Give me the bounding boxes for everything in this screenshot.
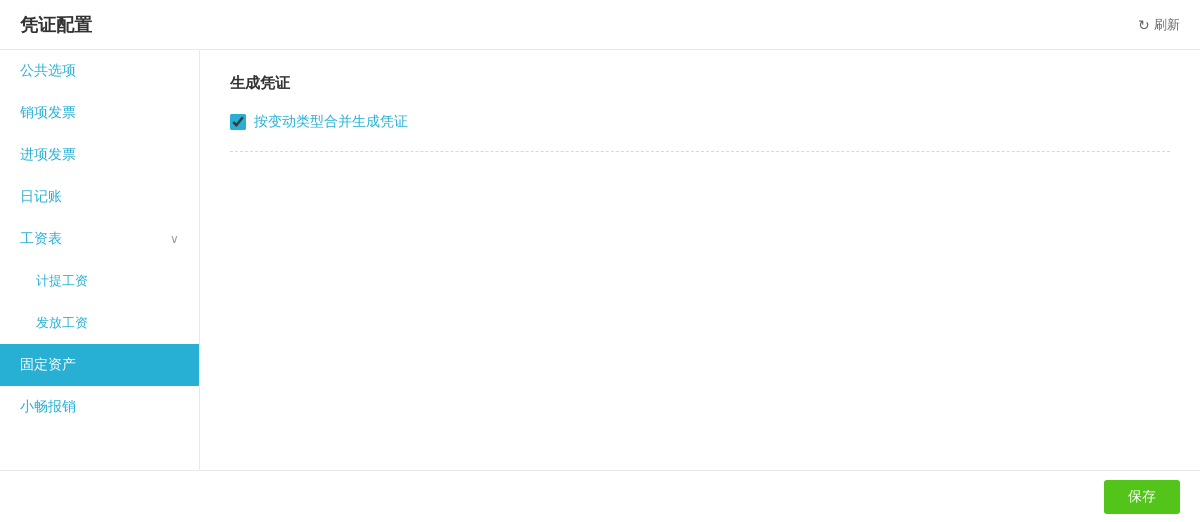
sidebar: 公共选项销项发票进项发票日记账工资表 ∨ 计提工资发放工资固定资产小畅报销 — [0, 50, 200, 470]
chevron-down-icon: ∨ — [170, 232, 179, 246]
refresh-icon: ↻ — [1138, 17, 1150, 33]
refresh-button[interactable]: ↻ 刷新 — [1138, 16, 1180, 34]
sidebar-item-label: 发放工资 — [36, 314, 88, 332]
sidebar-item-sales-invoice[interactable]: 销项发票 — [0, 92, 199, 134]
checkbox-row: 按变动类型合并生成凭证 — [230, 113, 1170, 131]
sidebar-item-public[interactable]: 公共选项 — [0, 50, 199, 92]
sidebar-item-payroll-table[interactable]: 工资表 ∨ — [0, 218, 199, 260]
footer: 保存 — [0, 470, 1200, 522]
sidebar-item-purchase-invoice[interactable]: 进项发票 — [0, 134, 199, 176]
sidebar-item-fixed-assets[interactable]: 固定资产 — [0, 344, 199, 386]
merge-by-type-checkbox[interactable] — [230, 114, 246, 130]
sidebar-item-journal[interactable]: 日记账 — [0, 176, 199, 218]
sidebar-item-label: 工资表 — [20, 230, 62, 248]
main-content: 公共选项销项发票进项发票日记账工资表 ∨ 计提工资发放工资固定资产小畅报销 生成凭证… — [0, 50, 1200, 470]
sidebar-item-expense-claim[interactable]: 小畅报销 — [0, 386, 199, 428]
sidebar-item-label: 计提工资 — [36, 272, 88, 290]
section-divider — [230, 151, 1170, 152]
save-button[interactable]: 保存 — [1104, 480, 1180, 514]
sidebar-item-label: 日记账 — [20, 188, 62, 206]
refresh-label: 刷新 — [1154, 16, 1180, 34]
sidebar-item-label: 进项发票 — [20, 146, 76, 164]
sidebar-item-label: 小畅报销 — [20, 398, 76, 416]
header: 凭证配置 ↻ 刷新 — [0, 0, 1200, 50]
sidebar-item-label: 销项发票 — [20, 104, 76, 122]
sidebar-item-payroll-accrual[interactable]: 计提工资 — [0, 260, 199, 302]
page-wrapper: 凭证配置 ↻ 刷新 公共选项销项发票进项发票日记账工资表 ∨ 计提工资发放工资固定资… — [0, 0, 1200, 522]
page-title: 凭证配置 — [20, 13, 92, 37]
section-title: 生成凭证 — [230, 74, 1170, 93]
merge-by-type-label[interactable]: 按变动类型合并生成凭证 — [254, 113, 408, 131]
sidebar-item-payroll-issue[interactable]: 发放工资 — [0, 302, 199, 344]
sidebar-item-label: 固定资产 — [20, 356, 76, 374]
sidebar-item-label: 公共选项 — [20, 62, 76, 80]
content-area: 生成凭证 按变动类型合并生成凭证 — [200, 50, 1200, 470]
